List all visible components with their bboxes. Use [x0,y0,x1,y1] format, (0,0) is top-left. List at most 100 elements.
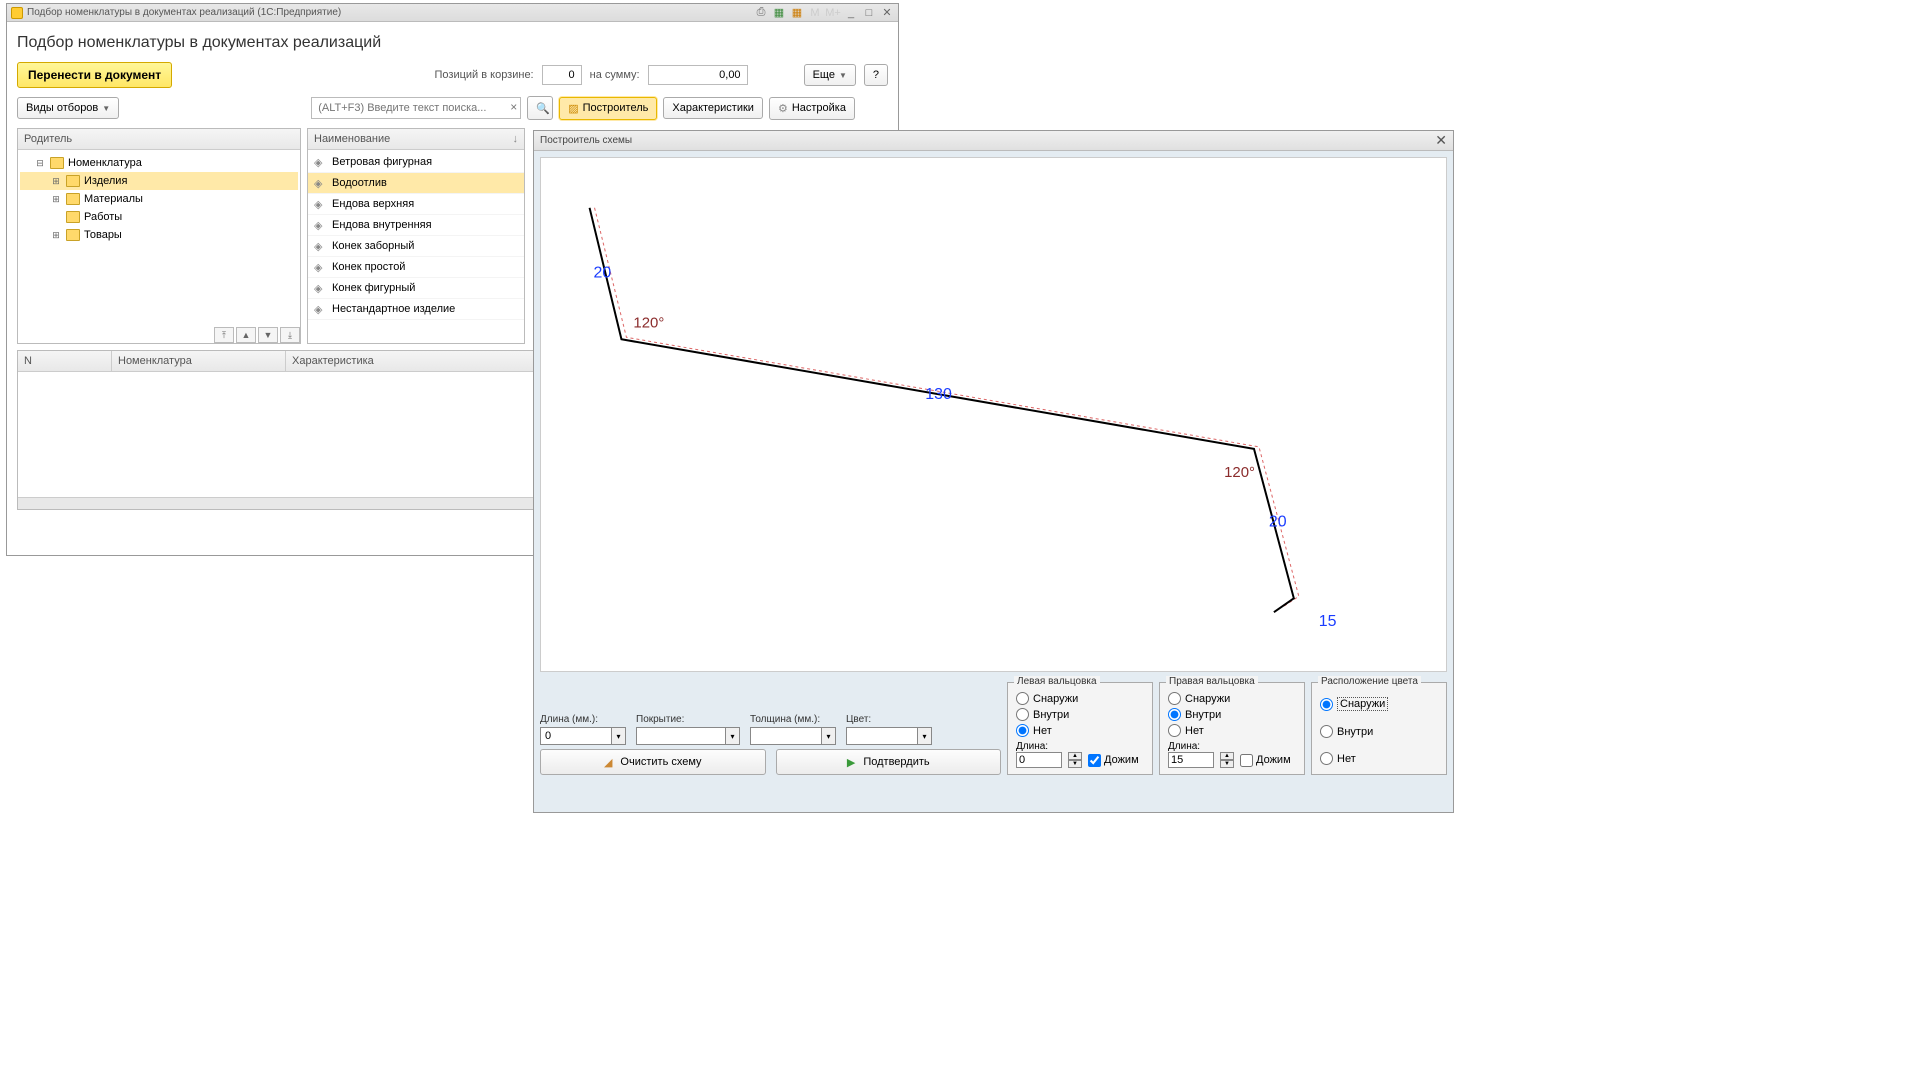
characteristics-button[interactable]: Характеристики [663,97,763,119]
color-dd-icon[interactable]: ▾ [918,727,932,745]
nav-first-button[interactable]: ⤒ [214,327,234,343]
item-icon [314,198,326,210]
help-button[interactable]: ? [864,64,888,86]
right-press-checkbox[interactable] [1240,754,1253,767]
length-dd-icon[interactable]: ▾ [612,727,626,745]
left-out-radio[interactable] [1016,692,1029,705]
coating-label: Покрытие: [636,714,740,725]
length-input[interactable] [540,727,612,745]
search-input-wrap: × [311,97,521,119]
nav-down-button[interactable]: ▼ [258,327,278,343]
expand-icon[interactable]: ⊞ [50,176,62,187]
left-press-checkbox[interactable] [1088,754,1101,767]
search-button[interactable]: 🔍 [527,96,553,120]
maximize-icon[interactable]: □ [862,6,876,20]
page-title: Подбор номенклатуры в документах реализа… [17,34,888,52]
color-none-radio[interactable] [1320,752,1333,765]
confirm-button[interactable]: ▶Подтвердить [776,749,1002,775]
builder-button[interactable]: ▨Построитель [559,97,657,120]
left-spin-up-icon[interactable]: ▲ [1068,752,1082,760]
right-seam-legend: Правая вальцовка [1166,676,1258,687]
folder-icon [66,193,80,205]
flag-icon: ▶ [847,756,855,769]
left-none-radio[interactable] [1016,724,1029,737]
builder-close-icon[interactable]: ✕ [1435,132,1447,149]
color-input[interactable] [846,727,918,745]
coating-input[interactable] [636,727,726,745]
ang2-label: 120° [1224,464,1255,481]
tree-item[interactable]: ⊞Изделия [20,172,298,190]
expand-icon[interactable]: ⊟ [34,158,46,169]
magnifier-icon: 🔍 [536,102,550,115]
item-icon [314,219,326,231]
left-seam-group: Левая вальцовка Снаружи Внутри Нет Длина… [1007,682,1153,775]
filters-button[interactable]: Виды отборов▼ [17,97,119,119]
right-in-radio[interactable] [1168,708,1181,721]
list-panel: Наименование↓ Ветровая фигурнаяВодоотлив… [307,128,525,344]
tree-item[interactable]: ⊞ Товары [20,226,298,244]
right-none-radio[interactable] [1168,724,1181,737]
print-icon[interactable]: ⎙ [754,6,768,20]
calendar-icon[interactable]: ▦ [790,6,804,20]
folder-icon [66,175,80,187]
close-icon[interactable]: ✕ [880,6,894,20]
right-out-radio[interactable] [1168,692,1181,705]
folder-icon [66,229,80,241]
right-spin-down-icon[interactable]: ▼ [1220,760,1234,768]
right-spin-up-icon[interactable]: ▲ [1220,752,1234,760]
sort-icon[interactable]: ↓ [513,133,519,145]
sum-label: на сумму: [590,69,640,81]
builder-title: Построитель схемы [540,135,1435,146]
coating-dd-icon[interactable]: ▾ [726,727,740,745]
m-icon[interactable]: M [808,6,822,20]
list-item[interactable]: Водоотлив [308,173,524,194]
item-icon [314,261,326,273]
list-item[interactable]: Конек фигурный [308,278,524,299]
clear-search-icon[interactable]: × [510,100,517,114]
expand-icon[interactable]: ⊞ [50,194,62,205]
list-item[interactable]: Ветровая фигурная [308,152,524,173]
list-item-label: Водоотлив [332,177,387,189]
m2-icon[interactable]: M+ [826,6,840,20]
thickness-dd-icon[interactable]: ▾ [822,727,836,745]
right-len-label: Длина: [1168,741,1296,752]
gear-icon: ⚙ [778,102,788,115]
transfer-button[interactable]: Перенести в документ [17,62,172,88]
item-icon [314,240,326,252]
builder-dialog: Построитель схемы ✕ 20 120° 130 120° 20 … [533,130,1454,813]
tree-item-label: Товары [84,229,122,241]
calc-icon[interactable]: ▦ [772,6,786,20]
color-in-radio[interactable] [1320,725,1333,738]
tree-item[interactable]: ⊟Номенклатура [20,154,298,172]
nav-up-button[interactable]: ▲ [236,327,256,343]
left-len-label: Длина: [1016,741,1144,752]
left-len-input[interactable] [1016,752,1062,768]
settings-button[interactable]: ⚙Настройка [769,97,855,120]
search-input[interactable] [311,97,521,119]
scheme-canvas[interactable]: 20 120° 130 120° 20 15 [540,157,1447,672]
list-item-label: Ветровая фигурная [332,156,432,168]
seg4-label: 15 [1319,613,1337,630]
list-item[interactable]: Конек простой [308,257,524,278]
color-out-radio[interactable] [1320,698,1333,711]
right-len-input[interactable] [1168,752,1214,768]
expand-icon[interactable]: ⊞ [50,230,62,241]
left-spin-down-icon[interactable]: ▼ [1068,760,1082,768]
tree-item[interactable]: Работы [20,208,298,226]
positions-label: Позиций в корзине: [435,69,534,81]
nav-last-button[interactable]: ⤓ [280,327,300,343]
left-in-radio[interactable] [1016,708,1029,721]
list-item[interactable]: Нестандартное изделие [308,299,524,320]
tree-item[interactable]: ⊞Материалы [20,190,298,208]
seg1-label: 20 [594,265,612,282]
list-item-label: Ендова верхняя [332,198,414,210]
folder-icon [50,157,64,169]
list-item[interactable]: Ендова внутренняя [308,215,524,236]
thickness-input[interactable] [750,727,822,745]
minimize-icon[interactable]: _ [844,6,858,20]
item-icon [314,177,326,189]
more-button[interactable]: Еще▼ [804,64,856,86]
list-item[interactable]: Ендова верхняя [308,194,524,215]
clear-scheme-button[interactable]: ◢Очистить схему [540,749,766,775]
list-item[interactable]: Конек заборный [308,236,524,257]
